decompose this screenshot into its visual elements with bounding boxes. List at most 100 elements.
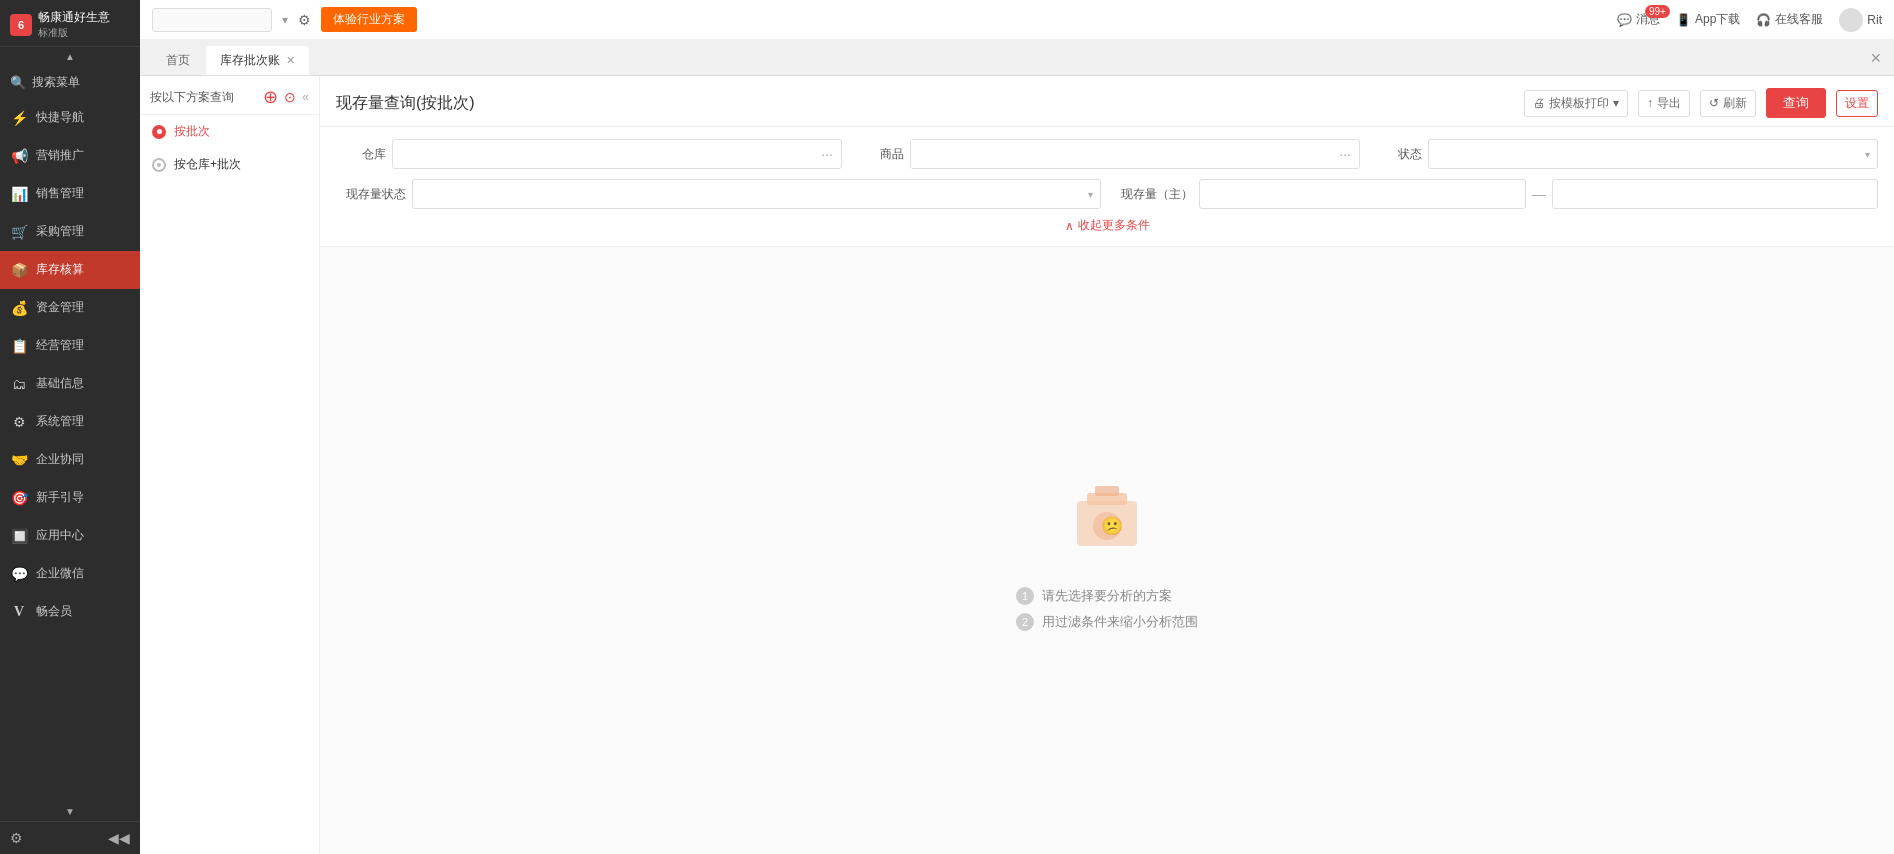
tab-home-label: 首页 <box>166 52 190 69</box>
sidebar-scroll-up[interactable]: ▲ <box>0 47 140 66</box>
stock-qty-max-input[interactable] <box>1552 179 1879 209</box>
sidebar-item-newbie[interactable]: 🎯 新手引导 <box>0 479 140 517</box>
page-header: 现存量查询(按批次) 🖨 按模板打印 ▾ ↑ 导出 ↺ 刷新 <box>320 76 1894 127</box>
sidebar-logo: 6 畅康通好生意 标准版 <box>10 10 130 40</box>
collapse-label: 收起更多条件 <box>1078 217 1150 234</box>
product-dots[interactable]: ··· <box>1331 146 1359 162</box>
sidebar-item-wechat[interactable]: 💬 企业微信 <box>0 555 140 593</box>
sidebar-item-finance[interactable]: 💰 资金管理 <box>0 289 140 327</box>
sales-icon: 📊 <box>10 185 28 203</box>
stock-qty-min-input[interactable] <box>1199 179 1526 209</box>
sidebar-item-enterprise[interactable]: 🤝 企业协同 <box>0 441 140 479</box>
topbar-search-input[interactable] <box>152 8 272 32</box>
topbar-chevron-icon[interactable]: ▾ <box>282 13 288 27</box>
empty-tip-1: 1 请先选择要分析的方案 <box>1016 587 1198 605</box>
sidebar-item-purchase[interactable]: 🛒 采购管理 <box>0 213 140 251</box>
sidebar-item-label: 快捷导航 <box>36 109 84 126</box>
experience-btn[interactable]: 体验行业方案 <box>321 7 417 32</box>
product-label: 商品 <box>854 146 904 163</box>
svg-text:😕: 😕 <box>1101 515 1124 537</box>
scheme-item-by-warehouse-batch[interactable]: 按仓库+批次 <box>140 148 319 181</box>
app-download-btn[interactable]: 📱 App下载 <box>1676 11 1740 28</box>
tab-inventory-batch[interactable]: 库存批次账 ✕ <box>206 46 309 75</box>
sidebar-brand: 畅康通好生意 标准版 <box>38 10 110 40</box>
print-btn[interactable]: 🖨 按模板打印 ▾ <box>1524 90 1628 117</box>
sidebar-item-sales[interactable]: 📊 销售管理 <box>0 175 140 213</box>
query-btn[interactable]: 查询 <box>1766 88 1826 118</box>
topbar: ▾ ⚙ 体验行业方案 💬 消息 99+ 📱 App下载 🎧 在线客服 Rit <box>140 0 1894 40</box>
inventory-icon: 📦 <box>10 261 28 279</box>
tip-2-num: 2 <box>1016 613 1034 631</box>
left-panel: 按以下方案查询 ⊕ ⊙ « 按批次 按仓库+批次 <box>140 76 320 854</box>
main-area: ▾ ⚙ 体验行业方案 💬 消息 99+ 📱 App下载 🎧 在线客服 Rit <box>140 0 1894 854</box>
sidebar-item-quick-nav[interactable]: ⚡ 快捷导航 <box>0 99 140 137</box>
sidebar-search[interactable]: 🔍 搜索菜单 <box>0 66 140 99</box>
finance-icon: 💰 <box>10 299 28 317</box>
sidebar-item-basic[interactable]: 🗂 基础信息 <box>0 365 140 403</box>
sidebar-item-label: 新手引导 <box>36 489 84 506</box>
product-input[interactable] <box>911 140 1331 168</box>
newbie-icon: 🎯 <box>10 489 28 507</box>
tab-panel-close[interactable]: ✕ <box>1858 40 1894 76</box>
enterprise-icon: 🤝 <box>10 451 28 469</box>
stock-qty-filter: 现存量（主） — <box>1113 179 1878 209</box>
sidebar-item-label: 资金管理 <box>36 299 84 316</box>
tabbar: 首页 库存批次账 ✕ ✕ <box>140 40 1894 76</box>
sidebar-bottom: ⚙ ◀◀ <box>0 821 140 854</box>
topbar-gear-icon[interactable]: ⚙ <box>298 12 311 28</box>
export-btn[interactable]: ↑ 导出 <box>1638 90 1690 117</box>
settings-icon[interactable]: ⚙ <box>10 830 23 846</box>
warehouse-input[interactable] <box>393 140 813 168</box>
message-badge: 99+ <box>1645 5 1670 18</box>
online-service-btn[interactable]: 🎧 在线客服 <box>1756 11 1823 28</box>
collapse-icon: ∧ <box>1065 219 1074 233</box>
sidebar-item-vip[interactable]: V 畅会员 <box>0 593 140 631</box>
tip-2-text: 用过滤条件来缩小分析范围 <box>1042 613 1198 631</box>
add-scheme-icon[interactable]: ⊕ <box>263 86 278 108</box>
sidebar-item-app-center[interactable]: 🔲 应用中心 <box>0 517 140 555</box>
sidebar-item-label: 销售管理 <box>36 185 84 202</box>
sidebar-item-label: 库存核算 <box>36 261 84 278</box>
sidebar-item-system[interactable]: ⚙ 系统管理 <box>0 403 140 441</box>
collapse-filter-btn[interactable]: ∧ 收起更多条件 <box>336 217 1878 234</box>
scheme-settings-icon[interactable]: ⊙ <box>284 89 296 105</box>
messages-btn[interactable]: 💬 消息 99+ <box>1617 11 1660 28</box>
scheme-item-by-batch[interactable]: 按批次 <box>140 115 319 148</box>
vip-icon: V <box>10 603 28 621</box>
collapse-left-panel-icon[interactable]: « <box>302 90 309 104</box>
sidebar-item-inventory[interactable]: 📦 库存核算 <box>0 251 140 289</box>
warehouse-dots[interactable]: ··· <box>813 146 841 162</box>
warehouse-label: 仓库 <box>336 146 386 163</box>
service-label: 在线客服 <box>1775 11 1823 28</box>
stock-status-select[interactable] <box>412 179 1101 209</box>
collapse-sidebar-icon[interactable]: ◀◀ <box>108 830 130 846</box>
app-center-icon: 🔲 <box>10 527 28 545</box>
tab-home[interactable]: 首页 <box>152 46 204 75</box>
user-area[interactable]: Rit <box>1839 8 1882 32</box>
operations-icon: 📋 <box>10 337 28 355</box>
sidebar-item-operations[interactable]: 📋 经营管理 <box>0 327 140 365</box>
purchase-icon: 🛒 <box>10 223 28 241</box>
empty-state-icon: 😕 <box>1057 471 1157 571</box>
service-icon: 🎧 <box>1756 13 1771 27</box>
tab-close-icon[interactable]: ✕ <box>286 54 295 67</box>
sidebar-item-label: 企业微信 <box>36 565 84 582</box>
refresh-icon: ↺ <box>1709 96 1719 110</box>
topbar-right: 💬 消息 99+ 📱 App下载 🎧 在线客服 Rit <box>1617 8 1882 32</box>
content-area: 按以下方案查询 ⊕ ⊙ « 按批次 按仓库+批次 现存量查询(按批次) <box>140 76 1894 854</box>
status-select[interactable] <box>1428 139 1878 169</box>
search-icon: 🔍 <box>10 75 26 90</box>
sidebar-item-marketing[interactable]: 📢 营销推广 <box>0 137 140 175</box>
sidebar-item-label: 畅会员 <box>36 603 72 620</box>
app-download-icon: 📱 <box>1676 13 1691 27</box>
tab-inventory-batch-label: 库存批次账 <box>220 52 280 69</box>
settings-btn[interactable]: 设置 <box>1836 90 1878 117</box>
stock-status-label: 现存量状态 <box>336 186 406 203</box>
refresh-btn[interactable]: ↺ 刷新 <box>1700 90 1756 117</box>
print-chevron-icon: ▾ <box>1613 96 1619 110</box>
page-header-actions: 🖨 按模板打印 ▾ ↑ 导出 ↺ 刷新 查询 <box>1524 88 1878 118</box>
sidebar-item-label: 基础信息 <box>36 375 84 392</box>
sidebar-scroll-down[interactable]: ▼ <box>0 802 140 821</box>
sidebar: 6 畅康通好生意 标准版 ▲ 🔍 搜索菜单 ⚡ 快捷导航 📢 营销推广 📊 销售… <box>0 0 140 854</box>
empty-tips: 1 请先选择要分析的方案 2 用过滤条件来缩小分析范围 <box>1016 587 1198 631</box>
